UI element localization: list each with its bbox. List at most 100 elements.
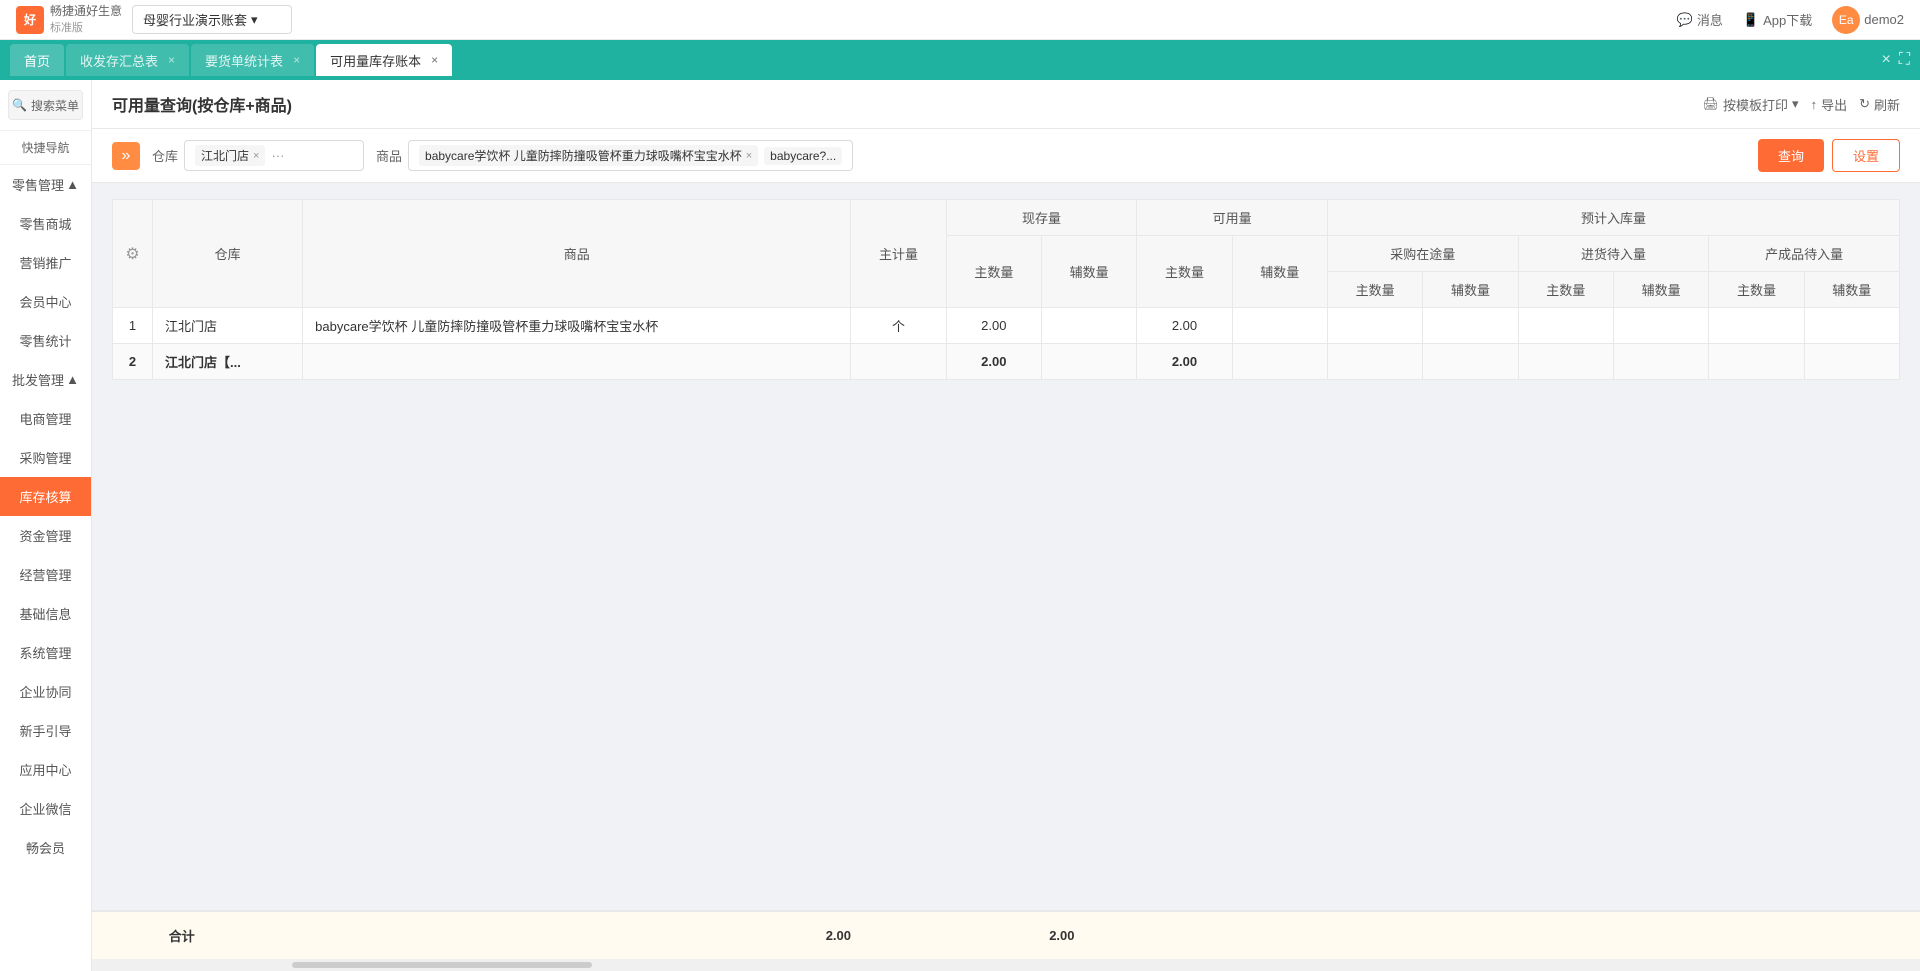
th-purchase-main: 主数量 <box>1327 272 1422 308</box>
th-inbound-group: 预计入库量 <box>1327 200 1899 236</box>
sidebar-item-ecommerce[interactable]: 电商管理 <box>0 399 91 438</box>
scroll-thumb[interactable] <box>292 962 592 968</box>
retail-mgmt-label: 零售管理 <box>12 175 64 194</box>
sidebar: 🔍 搜索菜单 快捷导航 零售管理 ▲ 零售商城 营销推广 会员中心 零售统计 批… <box>0 80 92 971</box>
th-arrival-aux: 辅数量 <box>1613 272 1708 308</box>
table-container: ⚙ 仓库 商品 主计量 现存量 可用量 预计入库量 主数量 辅数量 主数量 辅数… <box>92 183 1920 910</box>
row2-arrival-aux <box>1613 344 1708 380</box>
sidebar-item-inventory[interactable]: 库存核算 <box>0 477 91 516</box>
tab-receive-summary[interactable]: 收发存汇总表 × <box>66 44 189 76</box>
chevron-down-icon: ▾ <box>251 12 258 28</box>
row1-product: babycare学饮杯 儿童防摔防撞吸管杯重力球吸嘴杯宝宝水杯 <box>303 308 851 344</box>
warehouse-tag-close[interactable]: × <box>253 150 259 162</box>
tab-receive-close[interactable]: × <box>168 53 175 67</box>
sidebar-item-finance[interactable]: 资金管理 <box>0 516 91 555</box>
product-label: 商品 <box>376 146 402 165</box>
th-purchase-group: 采购在途量 <box>1327 236 1518 272</box>
row2-unit <box>851 344 946 380</box>
gear-icon[interactable]: ⚙ <box>125 246 139 263</box>
product-filter: 商品 babycare学饮杯 儿童防摔防撞吸管杯重力球吸嘴杯宝宝水杯 × bab… <box>376 140 853 171</box>
sidebar-item-retail-mall[interactable]: 零售商城 <box>0 204 91 243</box>
setting-button[interactable]: 设置 <box>1832 139 1900 172</box>
print-icon: 🖨 <box>1703 96 1720 112</box>
sidebar-item-retail-mgmt[interactable]: 零售管理 ▲ <box>0 165 91 204</box>
sidebar-item-system[interactable]: 系统管理 <box>0 633 91 672</box>
warehouse-ellipsis: ··· <box>271 148 284 163</box>
message-btn[interactable]: 💬 消息 <box>1677 10 1723 29</box>
refresh-btn[interactable]: ↻ 刷新 <box>1859 95 1900 114</box>
tab-available-stock[interactable]: 可用量库存账本 × <box>316 44 452 76</box>
product-tag1-close[interactable]: × <box>746 150 752 162</box>
row2-product <box>303 344 851 380</box>
tab-receive-label: 收发存汇总表 <box>80 51 158 70</box>
nav-tabs: 首页 收发存汇总表 × 要货单统计表 × 可用量库存账本 × × ⛶ <box>0 40 1920 80</box>
tab-order-stats[interactable]: 要货单统计表 × <box>191 44 314 76</box>
product-tag2: babycare?... <box>764 147 842 165</box>
finance-label: 资金管理 <box>19 526 71 545</box>
sidebar-item-base-info[interactable]: 基础信息 <box>0 594 91 633</box>
row1-arrival-aux <box>1613 308 1708 344</box>
query-button[interactable]: 查询 <box>1758 139 1824 172</box>
table-footer: 合计 2.00 2.00 <box>92 910 1920 959</box>
sidebar-item-wholesale-mgmt[interactable]: 批发管理 ▲ <box>0 360 91 399</box>
message-icon: 💬 <box>1677 12 1693 28</box>
row1-purchase-main <box>1327 308 1422 344</box>
th-stock-aux: 辅数量 <box>1041 236 1136 308</box>
sidebar-item-app-center[interactable]: 应用中心 <box>0 750 91 789</box>
industry-label: 母婴行业演示账套 <box>143 10 247 29</box>
sidebar-item-member[interactable]: 会员中心 <box>0 282 91 321</box>
content-area: 可用量查询(按仓库+商品) 🖨 按模板打印 ▾ ↑ 导出 ↻ 刷新 <box>92 80 1920 971</box>
sidebar-item-wechat[interactable]: 企业微信 <box>0 789 91 828</box>
industry-selector[interactable]: 母婴行业演示账套 ▾ <box>132 5 292 34</box>
export-btn[interactable]: ↑ 导出 <box>1811 95 1848 114</box>
sidebar-item-newbie[interactable]: 新手引导 <box>0 711 91 750</box>
product-input[interactable]: babycare学饮杯 儿童防摔防撞吸管杯重力球吸嘴杯宝宝水杯 × babyca… <box>408 140 853 171</box>
user-area[interactable]: Ea demo2 <box>1832 6 1904 34</box>
quick-nav-btn[interactable]: 快捷导航 <box>0 131 91 165</box>
row1-available-main: 2.00 <box>1137 308 1232 344</box>
sidebar-item-chang-member[interactable]: 畅会员 <box>0 828 91 867</box>
th-stock-main: 主数量 <box>946 236 1041 308</box>
search-menu-btn[interactable]: 🔍 搜索菜单 <box>8 90 83 120</box>
footer-table: 合计 2.00 2.00 <box>112 920 1900 951</box>
download-label: App下载 <box>1763 10 1812 29</box>
sidebar-item-purchase[interactable]: 采购管理 <box>0 438 91 477</box>
restore-btn[interactable]: ⛶ <box>1899 51 1910 69</box>
row2-arrival-main <box>1518 344 1613 380</box>
sidebar-item-retail-stats[interactable]: 零售统计 <box>0 321 91 360</box>
app-download-btn[interactable]: 📱 App下载 <box>1743 10 1812 29</box>
tab-available-label: 可用量库存账本 <box>330 51 421 70</box>
sidebar-search-area: 🔍 搜索菜单 <box>0 80 91 131</box>
search-icon: 🔍 <box>12 98 27 112</box>
print-btn[interactable]: 🖨 按模板打印 ▾ <box>1703 95 1799 114</box>
print-label: 按模板打印 <box>1723 95 1788 114</box>
app-center-label: 应用中心 <box>19 760 71 779</box>
th-product: 商品 <box>303 200 851 308</box>
sidebar-item-enterprise[interactable]: 企业协同 <box>0 672 91 711</box>
th-warehouse: 仓库 <box>153 200 303 308</box>
page-title: 可用量查询(按仓库+商品) <box>112 92 292 116</box>
chevron-icon: ▲ <box>66 177 79 192</box>
row2-no: 2 <box>113 344 153 380</box>
close-all-tabs-btn[interactable]: × <box>1881 51 1890 69</box>
sidebar-item-marketing[interactable]: 营销推广 <box>0 243 91 282</box>
sidebar-item-operations[interactable]: 经营管理 <box>0 555 91 594</box>
warehouse-input[interactable]: 江北门店 × ··· <box>184 140 364 171</box>
top-bar: 好 畅捷通好生意 标准版 母婴行业演示账套 ▾ 💬 消息 📱 App下载 Ea … <box>0 0 1920 40</box>
footer-stock-main: 2.00 <box>782 920 894 951</box>
product-tag1-value: babycare学饮杯 儿童防摔防撞吸管杯重力球吸嘴杯宝宝水杯 <box>425 147 742 164</box>
tab-home[interactable]: 首页 <box>10 44 64 76</box>
logo-icon: 好 <box>16 6 44 34</box>
tab-available-close[interactable]: × <box>431 53 438 67</box>
row1-no: 1 <box>113 308 153 344</box>
th-available-aux: 辅数量 <box>1232 236 1327 308</box>
row1-arrival-main <box>1518 308 1613 344</box>
tab-order-close[interactable]: × <box>293 53 300 67</box>
th-production-group: 产成品待入量 <box>1709 236 1900 272</box>
row1-stock-aux <box>1041 308 1136 344</box>
message-label: 消息 <box>1697 10 1723 29</box>
th-arrival-main: 主数量 <box>1518 272 1613 308</box>
row1-purchase-aux <box>1423 308 1518 344</box>
filter-toggle-btn[interactable]: » <box>112 142 140 170</box>
row2-warehouse: 江北门店【... <box>153 344 303 380</box>
